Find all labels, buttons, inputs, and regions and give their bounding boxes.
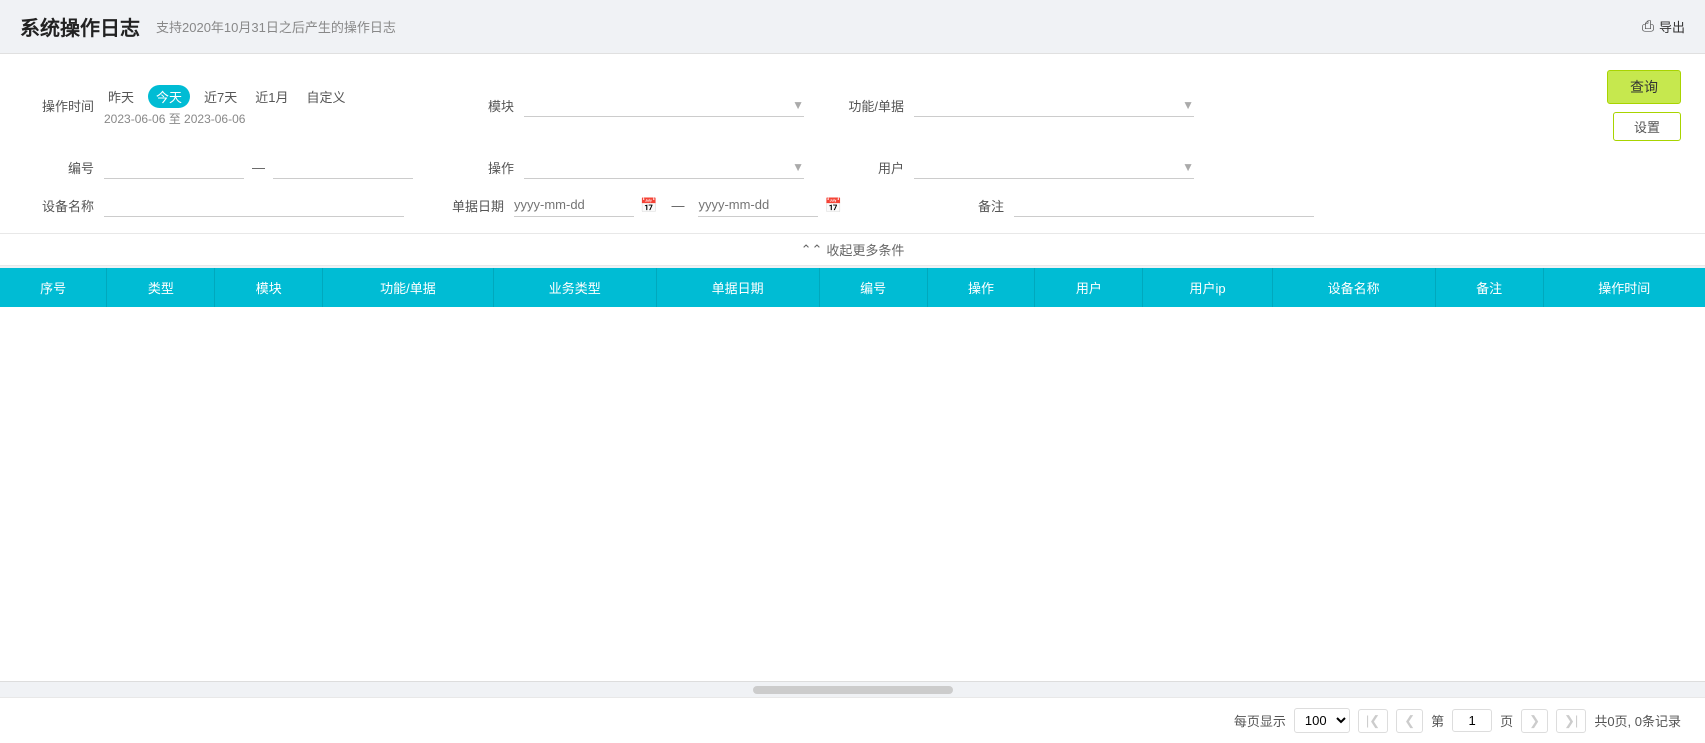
code-filter-col: 编号 — — [24, 155, 444, 179]
next-page-btn[interactable]: ❯ — [1521, 709, 1548, 733]
module-chevron-icon: ▼ — [792, 98, 804, 112]
operation-label: 操作 — [444, 158, 524, 177]
collapse-icon: ⌃⌃ — [801, 242, 823, 258]
time-range-text: 2023-06-06 至 2023-06-06 — [104, 110, 350, 127]
time-label: 操作时间 — [24, 96, 104, 115]
time-filter-col: 操作时间 昨天 今天 近7天 近1月 自定义 2023-06-06 至 2023… — [24, 85, 444, 127]
col-user: 用户 — [1035, 268, 1143, 307]
time-btn-custom[interactable]: 自定义 — [303, 85, 350, 108]
col-doc-date: 单据日期 — [656, 268, 819, 307]
page-label: 第 — [1431, 711, 1444, 730]
function-select[interactable]: ▼ — [914, 94, 1194, 117]
module-label: 模块 — [444, 96, 524, 115]
time-btn-last1m[interactable]: 近1月 — [251, 85, 292, 108]
col-function: 功能/单据 — [323, 268, 494, 307]
time-btn-yesterday[interactable]: 昨天 — [104, 85, 138, 108]
table-container: 序号 类型 模块 功能/单据 业务类型 单据日期 编号 操作 用户 用户ip 设… — [0, 268, 1705, 681]
page-title: 系统操作日志 — [20, 12, 140, 41]
date-separator: — — [671, 198, 684, 213]
total-info: 共0页, 0条记录 — [1594, 711, 1681, 730]
col-remark: 备注 — [1435, 268, 1543, 307]
function-filter-col: 功能/单据 ▼ — [824, 94, 1607, 117]
module-select[interactable]: ▼ — [524, 94, 804, 117]
filter-row-1: 操作时间 昨天 今天 近7天 近1月 自定义 2023-06-06 至 2023… — [24, 70, 1681, 141]
action-buttons: 查询 设置 — [1607, 70, 1681, 141]
page-subtitle: 支持2020年10月31日之后产生的操作日志 — [156, 17, 396, 36]
col-operation: 操作 — [927, 268, 1035, 307]
code-from-input[interactable] — [104, 155, 244, 179]
device-filter-col: 设备名称 — [24, 193, 444, 217]
date-from-input[interactable] — [514, 193, 634, 217]
device-label: 设备名称 — [24, 196, 104, 215]
remark-filter-col: 备注 — [924, 193, 1681, 217]
user-select[interactable]: ▼ — [914, 156, 1194, 179]
code-to-input[interactable] — [273, 155, 413, 179]
col-code: 编号 — [819, 268, 927, 307]
date-group: 📅 — 📅 — [514, 193, 842, 217]
remark-input[interactable] — [1014, 193, 1314, 217]
function-chevron-icon: ▼ — [1182, 98, 1194, 112]
time-options-wrapper: 昨天 今天 近7天 近1月 自定义 2023-06-06 至 2023-06-0… — [104, 85, 350, 127]
first-page-btn[interactable]: |❮ — [1358, 709, 1388, 733]
time-btn-today[interactable]: 今天 — [148, 85, 190, 108]
operation-select[interactable]: ▼ — [524, 156, 804, 179]
calendar-from-icon[interactable]: 📅 — [640, 197, 657, 214]
module-filter-col: 模块 ▼ — [444, 94, 824, 117]
query-button[interactable]: 查询 — [1607, 70, 1681, 104]
empty-area — [0, 307, 1705, 657]
doc-date-label: 单据日期 — [444, 196, 514, 215]
page-unit: 页 — [1500, 711, 1513, 730]
settings-button[interactable]: 设置 — [1613, 112, 1681, 141]
data-table: 序号 类型 模块 功能/单据 业务类型 单据日期 编号 操作 用户 用户ip 设… — [0, 268, 1705, 307]
col-biz-type: 业务类型 — [493, 268, 656, 307]
filter-row-3: 设备名称 单据日期 📅 — 📅 备注 — [24, 193, 1681, 217]
col-module: 模块 — [215, 268, 323, 307]
operation-filter-col: 操作 ▼ — [444, 156, 824, 179]
col-user-ip: 用户ip — [1143, 268, 1272, 307]
device-input[interactable] — [104, 193, 404, 217]
table-header: 序号 类型 模块 功能/单据 业务类型 单据日期 编号 操作 用户 用户ip 设… — [0, 268, 1705, 307]
last-page-btn[interactable]: ❯| — [1556, 709, 1586, 733]
calendar-to-icon[interactable]: 📅 — [824, 197, 841, 214]
remark-label: 备注 — [924, 196, 1014, 215]
time-btn-last7[interactable]: 近7天 — [200, 85, 241, 108]
scroll-bar-area[interactable] — [0, 681, 1705, 697]
filter-row-2: 编号 — 操作 ▼ 用户 ▼ — [24, 155, 1681, 179]
col-seq: 序号 — [0, 268, 107, 307]
date-to-input[interactable] — [698, 193, 818, 217]
collapse-label: 收起更多条件 — [826, 240, 904, 259]
collapse-bar[interactable]: ⌃⌃ 收起更多条件 — [0, 234, 1705, 266]
user-label: 用户 — [824, 158, 914, 177]
operation-chevron-icon: ▼ — [792, 160, 804, 174]
user-chevron-icon: ▼ — [1182, 160, 1194, 174]
time-options: 昨天 今天 近7天 近1月 自定义 — [104, 85, 350, 108]
per-page-select[interactable]: 100 10 20 50 200 — [1294, 708, 1350, 733]
function-label: 功能/单据 — [824, 96, 914, 115]
col-type: 类型 — [107, 268, 215, 307]
col-op-time: 操作时间 — [1543, 268, 1705, 307]
prev-page-btn[interactable]: ❮ — [1396, 709, 1423, 733]
current-page-input[interactable] — [1452, 709, 1492, 732]
scroll-thumb[interactable] — [753, 686, 953, 694]
doc-date-filter-col: 单据日期 📅 — 📅 — [444, 193, 924, 217]
export-button[interactable]: ⎙ 导出 — [1642, 17, 1685, 36]
code-label: 编号 — [24, 158, 104, 177]
col-device: 设备名称 — [1272, 268, 1435, 307]
per-page-label: 每页显示 — [1234, 711, 1286, 730]
page-container: 系统操作日志 支持2020年10月31日之后产生的操作日志 ⎙ 导出 操作时间 … — [0, 0, 1705, 743]
export-icon: ⎙ — [1642, 18, 1654, 35]
code-separator: — — [252, 160, 265, 175]
page-header: 系统操作日志 支持2020年10月31日之后产生的操作日志 ⎙ 导出 — [0, 0, 1705, 54]
user-filter-col: 用户 ▼ — [824, 156, 1681, 179]
export-label: 导出 — [1659, 17, 1685, 36]
filter-area: 操作时间 昨天 今天 近7天 近1月 自定义 2023-06-06 至 2023… — [0, 54, 1705, 234]
table-header-row: 序号 类型 模块 功能/单据 业务类型 单据日期 编号 操作 用户 用户ip 设… — [0, 268, 1705, 307]
pagination-bar: 每页显示 100 10 20 50 200 |❮ ❮ 第 页 ❯ ❯| 共0页,… — [0, 697, 1705, 743]
